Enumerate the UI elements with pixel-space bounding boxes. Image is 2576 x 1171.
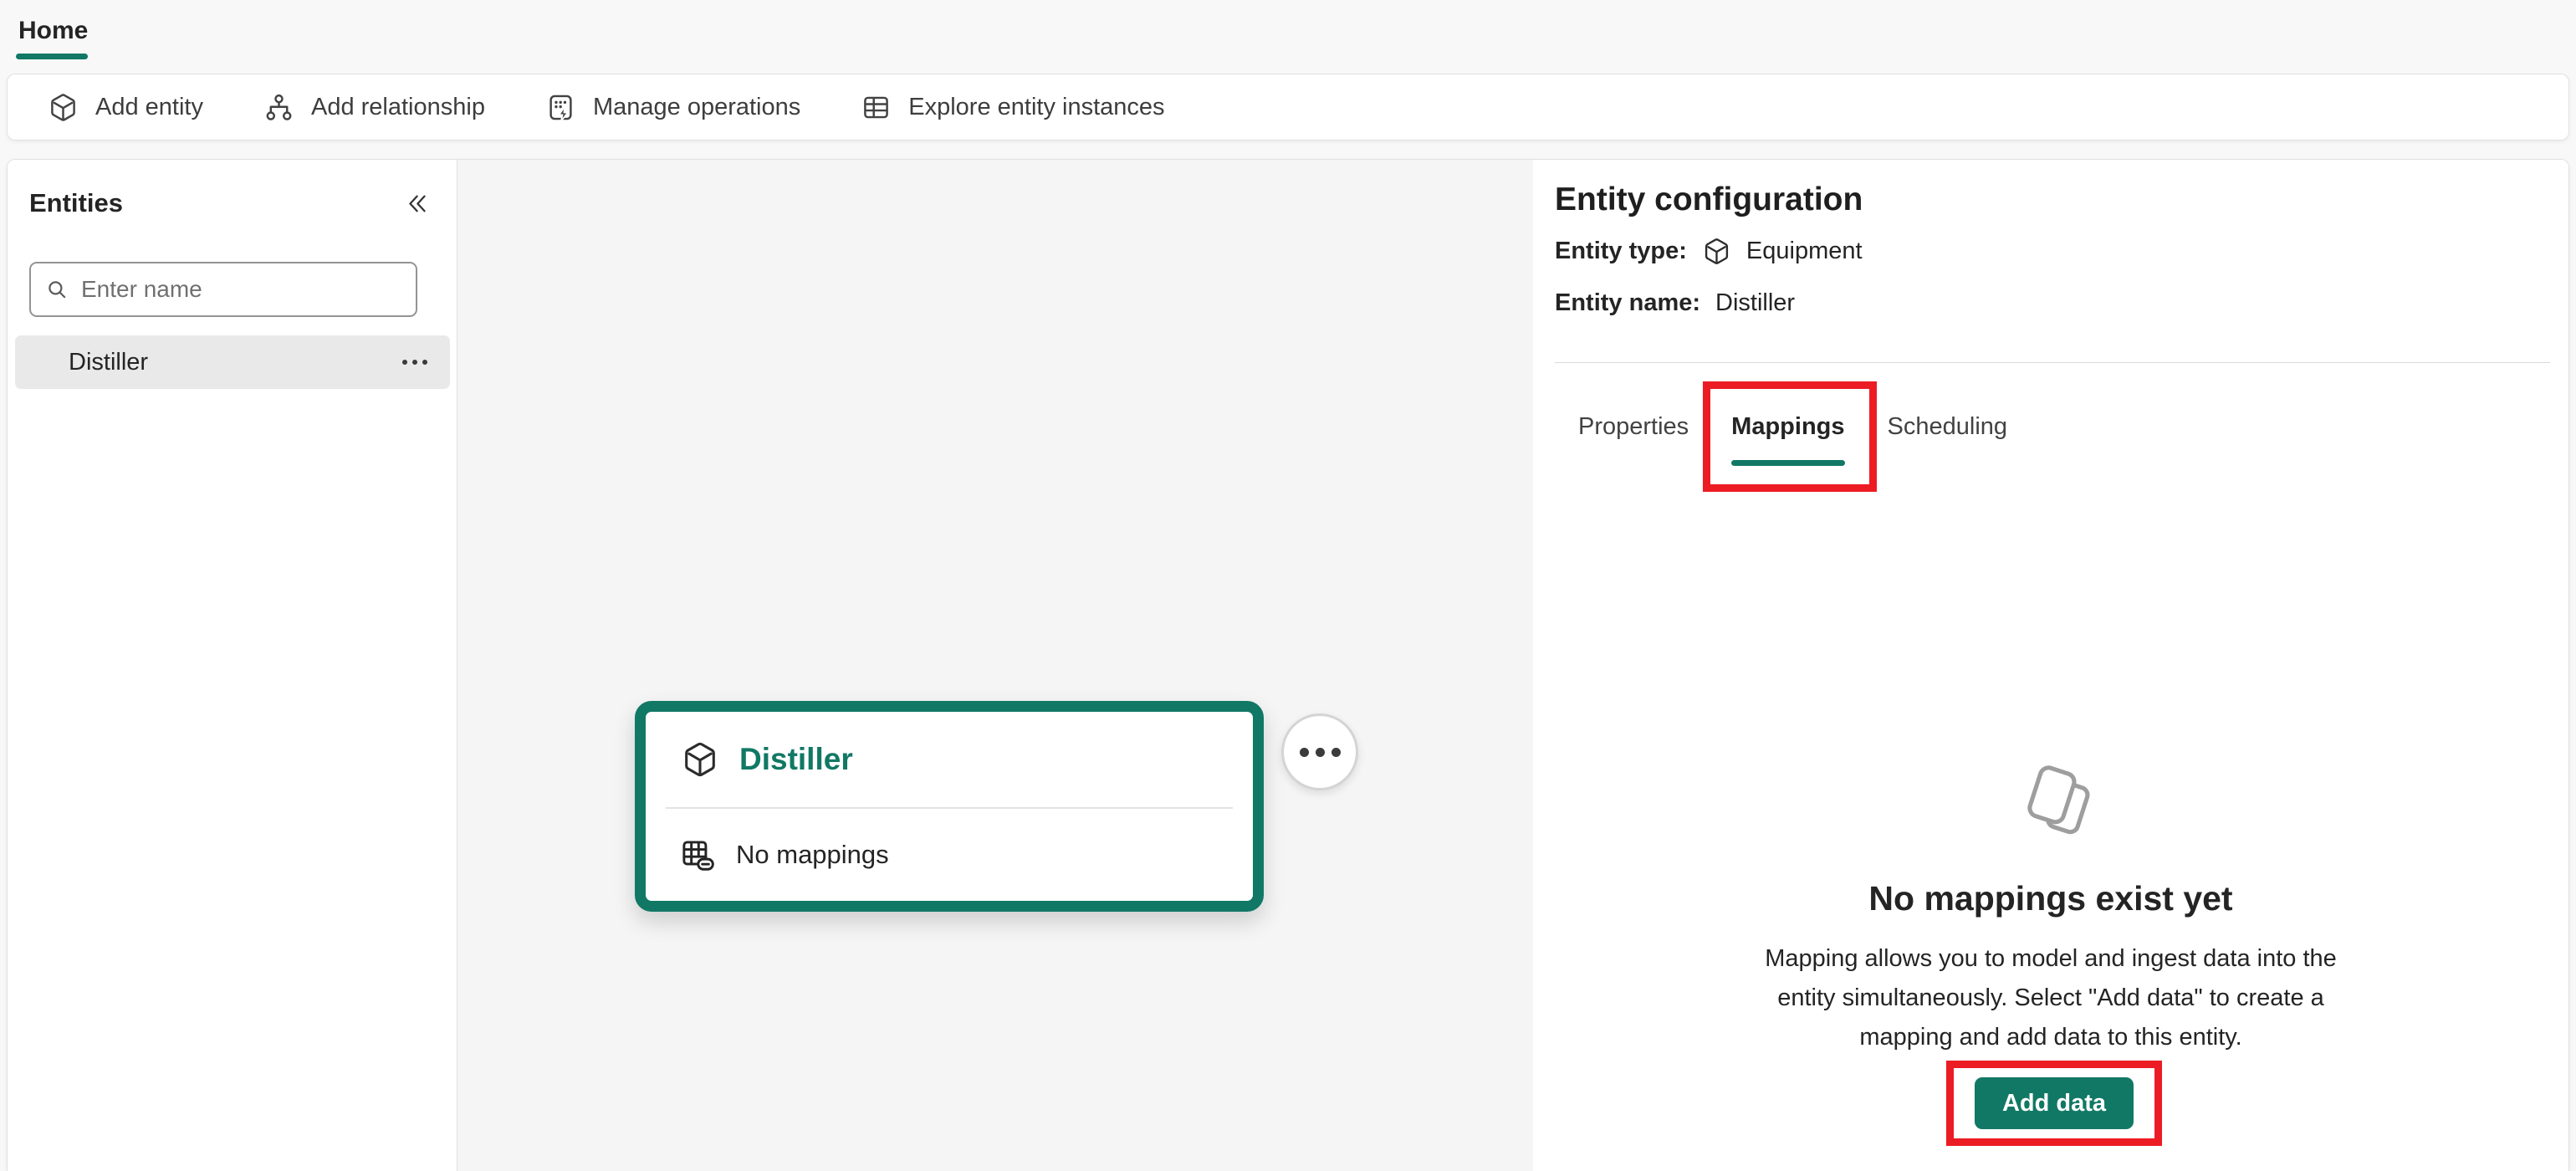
entity-search-box: [29, 262, 417, 317]
tab-scheduling-label: Scheduling: [1887, 413, 2008, 440]
org-chart-icon: [266, 94, 292, 120]
add-data-button-area: Add data: [1946, 1061, 2162, 1146]
workspace: Entities Distiller Distiller: [7, 159, 2569, 1171]
operations-bolt-icon: [549, 95, 572, 122]
more-horizontal-icon[interactable]: [400, 360, 430, 365]
config-divider: [1555, 362, 2550, 363]
entity-search-input[interactable]: [81, 276, 402, 303]
add-data-button[interactable]: Add data: [1975, 1077, 2134, 1129]
tab-mappings[interactable]: Mappings: [1703, 381, 1877, 492]
copy-documents-icon: [2013, 760, 2095, 842]
add-entity-button[interactable]: Add entity: [48, 92, 203, 123]
empty-state-description-text: Mapping allows you to model and ingest d…: [1765, 945, 2337, 1051]
explore-entity-instances-button[interactable]: Explore entity instances: [861, 92, 1165, 123]
entity-name-value: Distiller: [1715, 289, 1796, 316]
entity-list-item-label: Distiller: [69, 348, 149, 376]
explore-entity-instances-label: Explore entity instances: [908, 93, 1165, 120]
entity-name-field: Entity name: Distiller: [1555, 289, 1795, 317]
double-chevron-left-icon: [409, 195, 426, 212]
config-panel-title: Entity configuration: [1555, 182, 1863, 217]
entities-panel-title: Entities: [29, 188, 123, 217]
active-tab-underline: [1731, 460, 1845, 466]
entity-node-more-button[interactable]: [1281, 713, 1358, 790]
manage-operations-button[interactable]: Manage operations: [545, 92, 800, 123]
table-icon: [864, 96, 889, 118]
search-icon: [49, 281, 66, 299]
entities-panel: Entities Distiller: [8, 160, 457, 1171]
tab-scheduling[interactable]: Scheduling: [1888, 413, 2008, 466]
entity-configuration-panel: Entity configuration Entity type: Equipm…: [1533, 160, 2568, 1171]
entity-name-label: Entity name:: [1555, 289, 1701, 316]
tab-home[interactable]: Home: [18, 17, 88, 45]
add-entity-label: Add entity: [95, 93, 203, 120]
entity-node-mapping-row: No mappings: [646, 809, 1253, 901]
more-horizontal-icon: [1296, 747, 1344, 757]
add-relationship-button[interactable]: Add relationship: [263, 92, 485, 123]
cube-icon: [1705, 238, 1728, 264]
entity-list-item-distiller[interactable]: Distiller: [15, 335, 450, 389]
cube-icon: [685, 742, 715, 777]
entity-node-distiller[interactable]: Distiller No mappings: [635, 701, 1264, 912]
model-canvas[interactable]: Distiller No mappings: [457, 160, 1533, 1171]
manage-operations-label: Manage operations: [592, 93, 801, 120]
add-relationship-label: Add relationship: [310, 93, 485, 120]
active-tab-underline: [16, 54, 88, 59]
empty-state-heading: No mappings exist yet: [1868, 879, 2233, 918]
tab-properties-label: Properties: [1578, 413, 1689, 440]
tab-mappings-label: Mappings: [1731, 413, 1845, 440]
entity-node-title: Distiller: [739, 742, 853, 776]
ribbon-toolbar: Add entity Add relationship Manage opera…: [7, 74, 2569, 141]
digital-twin-builder-window: Home Add entity Add relationship Manage …: [0, 0, 2576, 1171]
tab-properties[interactable]: Properties: [1578, 413, 1689, 466]
entity-node-mapping-status: No mappings: [736, 840, 889, 869]
collapse-panel-button[interactable]: [400, 187, 435, 222]
cube-icon: [51, 93, 75, 121]
config-tabs: Properties Mappings Scheduling: [1578, 381, 2008, 492]
entity-type-field: Entity type: Equipment: [1555, 237, 1863, 266]
entity-node-header: Distiller: [646, 712, 1253, 807]
table-link-icon: [682, 841, 714, 871]
entity-type-value: Equipment: [1745, 238, 1863, 264]
empty-state-description: Mapping allows you to model and ingest d…: [1533, 939, 2568, 1057]
entity-type-label: Entity type:: [1555, 238, 1687, 264]
